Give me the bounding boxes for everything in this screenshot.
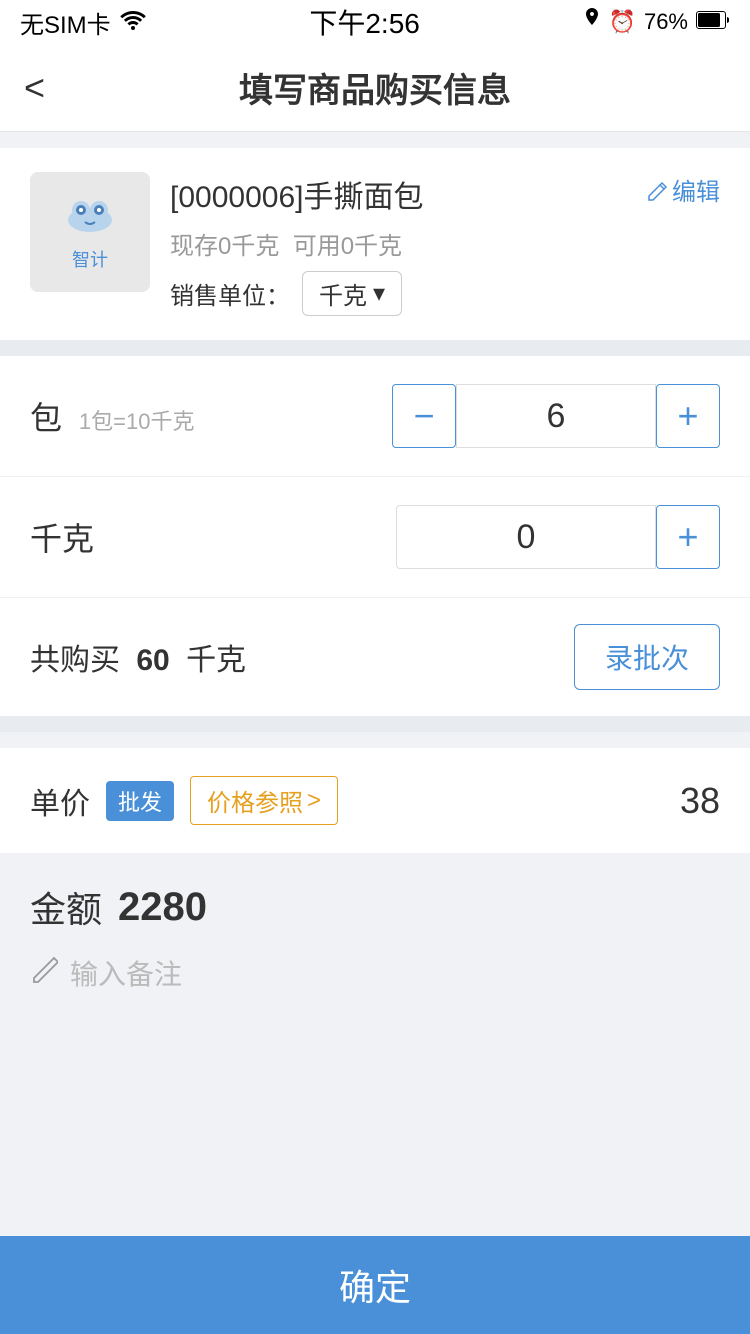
- kg-label: 千克: [30, 514, 396, 560]
- product-logo-icon: [63, 192, 117, 242]
- separator-2: [0, 716, 750, 732]
- remark-placeholder[interactable]: 输入备注: [70, 953, 182, 993]
- back-button[interactable]: <: [24, 67, 45, 109]
- summary-text: 共购买 60 千克: [30, 635, 246, 679]
- product-name: [0000006]手撕面包: [170, 172, 423, 216]
- status-bar: 无SIM卡 下午2:56 ⏰ 76%: [0, 0, 750, 44]
- amount-value: 2280: [118, 885, 207, 930]
- carrier-text: 无SIM卡: [20, 5, 111, 40]
- confirm-button[interactable]: 确定: [0, 1236, 750, 1334]
- bag-quantity-input[interactable]: [456, 384, 656, 448]
- battery-icon: [696, 9, 730, 35]
- product-image: 智计: [30, 172, 150, 292]
- separator-1: [0, 340, 750, 356]
- price-section: 单价 批发 价格参照 > 38: [0, 748, 750, 853]
- amount-label: 金额: [30, 881, 102, 933]
- input-section: 包 1包=10千克 − + 千克 +: [0, 356, 750, 598]
- batch-button[interactable]: 录批次: [574, 624, 720, 690]
- wifi-icon: [119, 8, 147, 37]
- product-info: [0000006]手撕面包 编辑 现存0千克 可用0千克 销售单位： 千克 ▾: [170, 172, 720, 316]
- bag-plus-button[interactable]: +: [656, 384, 720, 448]
- alarm-icon: ⏰: [609, 9, 636, 35]
- bag-minus-button[interactable]: −: [392, 384, 456, 448]
- amount-section: 金额 2280 输入备注: [0, 853, 750, 1013]
- kg-input-row: 千克 +: [0, 477, 750, 598]
- nav-bar: < 填写商品购买信息: [0, 44, 750, 132]
- price-label: 单价: [30, 779, 90, 823]
- product-stock: 现存0千克 可用0千克: [170, 226, 720, 261]
- product-unit-row: 销售单位： 千克 ▾: [170, 271, 720, 316]
- pencil-icon: [30, 956, 58, 991]
- kg-quantity-input[interactable]: [396, 505, 656, 569]
- unit-select[interactable]: 千克 ▾: [302, 271, 402, 316]
- bag-input-row: 包 1包=10千克 − +: [0, 356, 750, 477]
- battery-text: 76%: [644, 9, 688, 35]
- status-right: ⏰ 76%: [583, 8, 730, 36]
- edit-label: 编辑: [672, 172, 720, 207]
- amount-row: 金额 2280: [30, 881, 720, 933]
- bag-quantity-control: − +: [392, 384, 720, 448]
- page-title: 填写商品购买信息: [239, 63, 511, 112]
- location-icon: [583, 8, 601, 36]
- kg-plus-button[interactable]: +: [656, 505, 720, 569]
- summary-amount: 60: [136, 644, 169, 677]
- bag-label: 包 1包=10千克: [30, 393, 392, 439]
- price-ref-button[interactable]: 价格参照 >: [190, 776, 338, 825]
- remark-row[interactable]: 输入备注: [30, 953, 720, 1013]
- price-left: 单价 批发 价格参照 >: [30, 776, 338, 825]
- edit-button[interactable]: 编辑: [646, 172, 720, 207]
- logo-label: 智计: [72, 246, 108, 272]
- summary-row: 共购买 60 千克 录批次: [0, 598, 750, 716]
- product-card: 智计 [0000006]手撕面包 编辑 现存0千克 可用0千克 销售单位： 千克…: [0, 148, 750, 340]
- kg-quantity-control: +: [396, 505, 720, 569]
- status-left: 无SIM卡: [20, 5, 147, 40]
- unit-prefix-label: 销售单位：: [170, 276, 290, 311]
- price-tag: 批发: [106, 781, 174, 821]
- price-value: 38: [680, 780, 720, 822]
- bag-sublabel: 1包=10千克: [79, 409, 195, 434]
- status-time: 下午2:56: [309, 2, 420, 42]
